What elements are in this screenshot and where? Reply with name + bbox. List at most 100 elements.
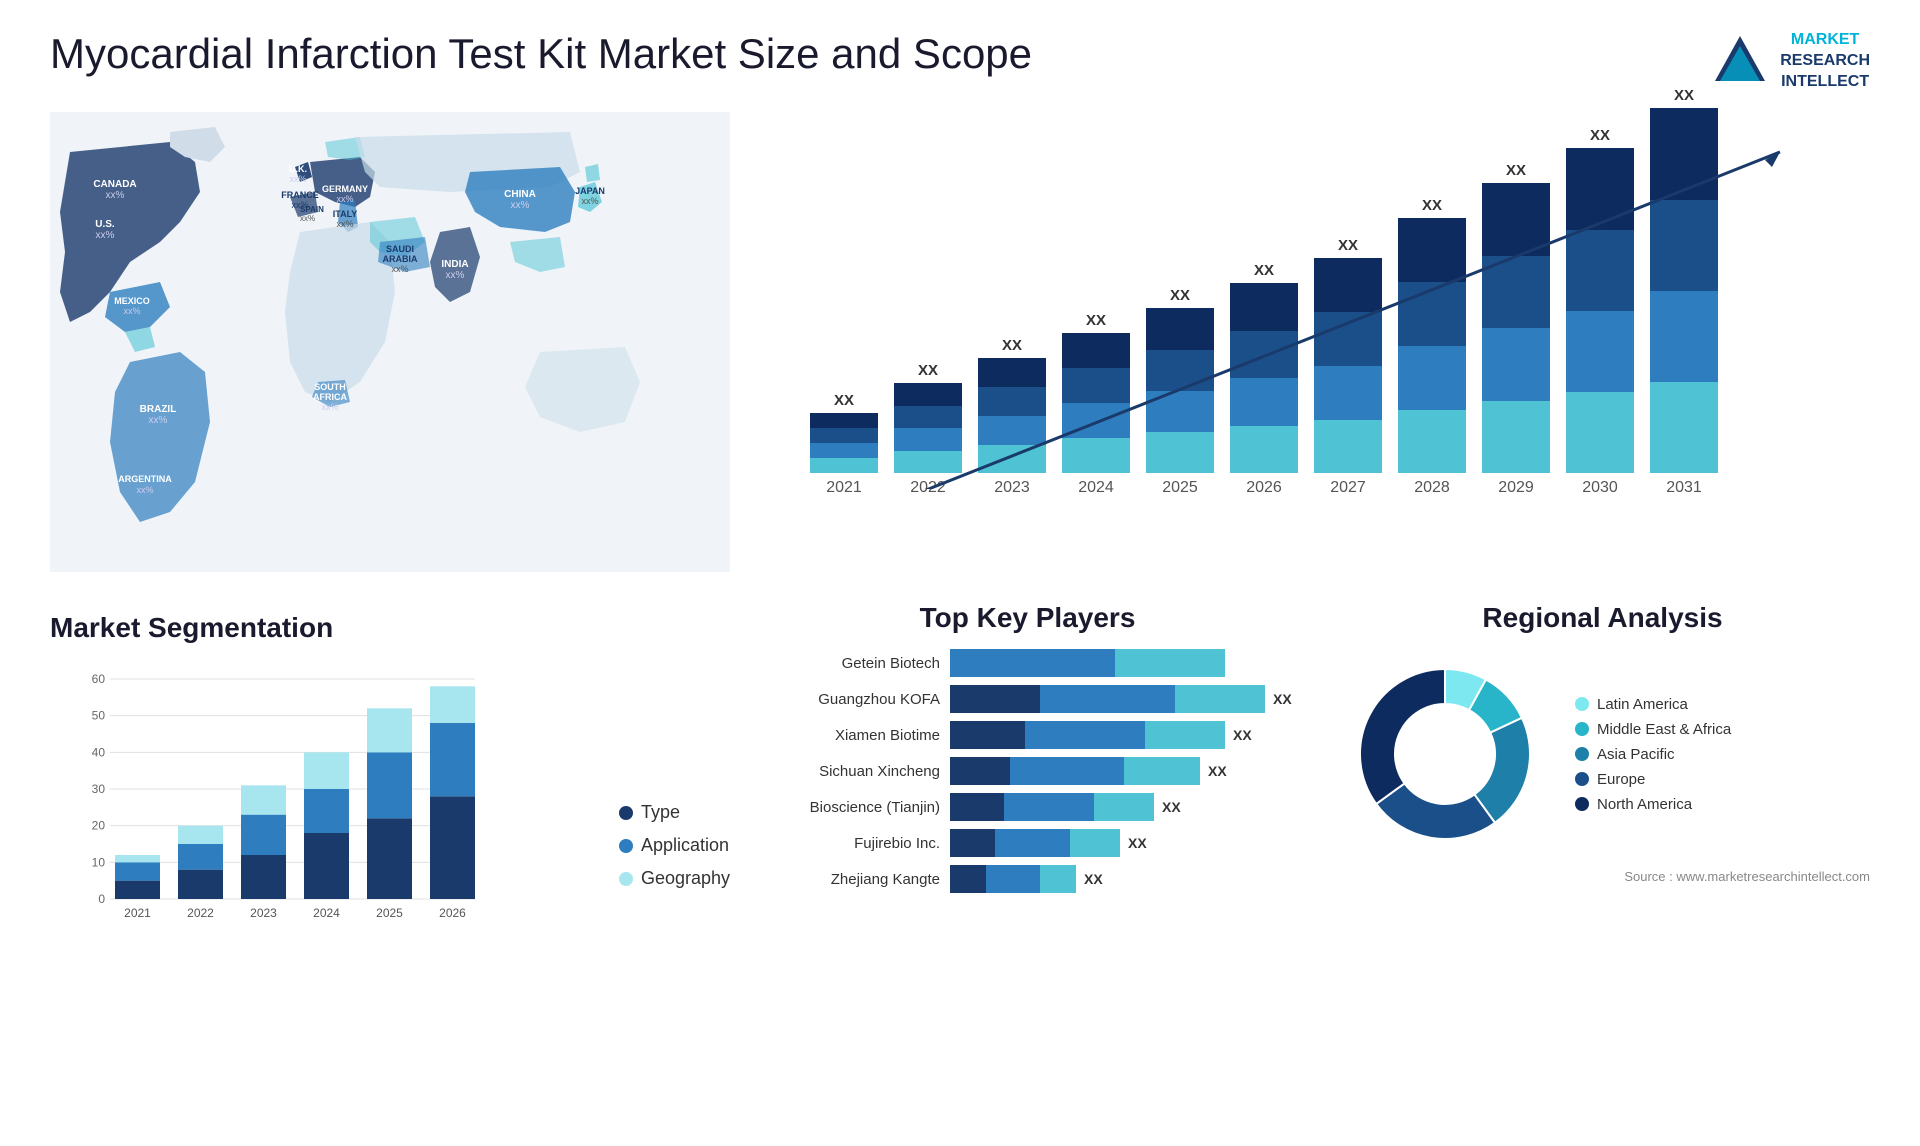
svg-text:SOUTH: SOUTH <box>314 382 346 392</box>
bar-value-2021: XX <box>834 392 854 409</box>
player-bar-seg2 <box>1040 685 1175 713</box>
regional-legend-label: Middle East & Africa <box>1597 721 1731 738</box>
stacked-bar-2029 <box>1482 183 1550 473</box>
svg-text:CANADA: CANADA <box>93 179 136 190</box>
regional-legend-label: Latin America <box>1597 696 1688 713</box>
player-bar-container: XX <box>950 829 1295 857</box>
regional-legend-item: Middle East & Africa <box>1575 721 1731 738</box>
bar-group-2026: XX2026 <box>1230 262 1298 497</box>
page-title: Myocardial Infarction Test Kit Market Si… <box>50 30 1032 78</box>
player-bar-seg1 <box>950 793 1004 821</box>
bar-value-2031: XX <box>1674 87 1694 104</box>
seg-legend: TypeApplicationGeography <box>619 802 730 919</box>
player-name: Xiamen Biotime <box>760 727 940 744</box>
seg-legend-dot <box>619 839 633 853</box>
seg-chart-container: 6050403020100202120222023202420252026 <box>80 659 589 919</box>
bar-value-2029: XX <box>1506 162 1526 179</box>
svg-text:50: 50 <box>92 709 106 723</box>
svg-text:SAUDI: SAUDI <box>386 244 414 254</box>
player-bar <box>950 865 1076 893</box>
svg-text:2021: 2021 <box>124 906 151 919</box>
bar-group-2023: XX2023 <box>978 337 1046 497</box>
player-name: Zhejiang Kangte <box>760 871 940 888</box>
segmentation-section: Market Segmentation 60504030201002021202… <box>50 602 730 929</box>
regional-legend-label: Asia Pacific <box>1597 746 1675 763</box>
svg-text:xx%: xx% <box>300 214 315 223</box>
player-bar-seg1 <box>950 865 986 893</box>
logo-container: MARKET RESEARCH INTELLECT <box>1710 30 1870 92</box>
seg-legend-label: Type <box>641 802 680 823</box>
svg-text:30: 30 <box>92 782 106 796</box>
bar-group-2025: XX2025 <box>1146 287 1214 497</box>
svg-text:FRANCE: FRANCE <box>281 190 319 200</box>
player-row: Getein Biotech <box>760 649 1295 677</box>
svg-text:xx%: xx% <box>446 270 465 281</box>
bar-value-2028: XX <box>1422 197 1442 214</box>
bar-chart-bars: XX2021XX2022XX2023XX2024XX2025XX2026XX20… <box>800 132 1850 532</box>
header: Myocardial Infarction Test Kit Market Si… <box>50 30 1870 92</box>
donut-chart-container <box>1335 644 1555 864</box>
bar-year-2025: 2025 <box>1162 479 1198 497</box>
player-row: Xiamen BiotimeXX <box>760 721 1295 749</box>
player-bar <box>950 649 1225 677</box>
player-bar-seg3 <box>1115 649 1225 677</box>
player-bar-seg3 <box>1040 865 1076 893</box>
player-bar <box>950 829 1120 857</box>
regional-legend-label: Europe <box>1597 771 1645 788</box>
seg-legend-dot <box>619 806 633 820</box>
player-bar-seg3 <box>1175 685 1265 713</box>
players-title: Top Key Players <box>760 602 1295 634</box>
regional-legend-dot <box>1575 722 1589 736</box>
player-row: Sichuan XinchengXX <box>760 757 1295 785</box>
regional-section: Regional Analysis Latin AmericaMiddle Ea… <box>1335 602 1870 901</box>
players-section: Top Key Players Getein BiotechGuangzhou … <box>760 602 1295 901</box>
player-bar-seg2 <box>995 829 1070 857</box>
bar-value-2027: XX <box>1338 237 1358 254</box>
stacked-bar-2023 <box>978 358 1046 473</box>
regional-legend-label: North America <box>1597 796 1692 813</box>
svg-text:xx%: xx% <box>123 306 140 316</box>
player-bar-seg3 <box>1124 757 1200 785</box>
seg-legend-item-application: Application <box>619 835 730 856</box>
regional-legend: Latin America Middle East & Africa Asia Pa… <box>1575 696 1731 813</box>
regional-legend-dot <box>1575 747 1589 761</box>
svg-text:xx%: xx% <box>391 264 408 274</box>
player-row: Bioscience (Tianjin)XX <box>760 793 1295 821</box>
regional-content: Latin America Middle East & Africa Asia Pa… <box>1335 644 1870 864</box>
world-map-svg: CANADA xx% U.S. xx% MEXICO xx% BRAZIL xx… <box>50 112 730 572</box>
player-bar-container <box>950 649 1295 677</box>
svg-text:xx%: xx% <box>96 230 115 241</box>
bar-year-2024: 2024 <box>1078 479 1114 497</box>
svg-text:MEXICO: MEXICO <box>114 296 150 306</box>
svg-text:2022: 2022 <box>187 906 214 919</box>
svg-text:BRAZIL: BRAZIL <box>140 404 177 415</box>
player-name: Getein Biotech <box>760 655 940 672</box>
stacked-bar-2024 <box>1062 333 1130 473</box>
logo-text: MARKET RESEARCH INTELLECT <box>1780 30 1870 92</box>
svg-text:xx%: xx% <box>136 485 153 495</box>
player-bar-seg2 <box>986 865 1040 893</box>
bar-group-2022: XX2022 <box>894 362 962 497</box>
regional-legend-dot <box>1575 697 1589 711</box>
player-bar-seg2 <box>1025 721 1145 749</box>
player-bar-seg1 <box>950 685 1040 713</box>
map-svg-container: CANADA xx% U.S. xx% MEXICO xx% BRAZIL xx… <box>50 112 730 572</box>
bar-group-2030: XX2030 <box>1566 127 1634 497</box>
player-bar-seg1 <box>950 721 1025 749</box>
bar-value-2026: XX <box>1254 262 1274 279</box>
player-bar-seg3 <box>1145 721 1225 749</box>
player-bar-seg2 <box>1004 793 1094 821</box>
svg-text:xx%: xx% <box>149 415 168 426</box>
seg-legend-dot <box>619 872 633 886</box>
svg-text:ITALY: ITALY <box>333 209 358 219</box>
logo-line3: INTELLECT <box>1780 72 1870 93</box>
bar-chart-section: XX2021XX2022XX2023XX2024XX2025XX2026XX20… <box>760 112 1870 572</box>
bar-chart-inner: XX2021XX2022XX2023XX2024XX2025XX2026XX20… <box>800 132 1850 552</box>
bar-value-2030: XX <box>1590 127 1610 144</box>
regional-legend-item: Latin America <box>1575 696 1731 713</box>
stacked-bar-2021 <box>810 413 878 473</box>
seg-legend-item-type: Type <box>619 802 730 823</box>
svg-text:xx%: xx% <box>321 402 338 412</box>
donut-segment-4 <box>1360 669 1445 804</box>
svg-text:U.K.: U.K. <box>289 164 307 174</box>
